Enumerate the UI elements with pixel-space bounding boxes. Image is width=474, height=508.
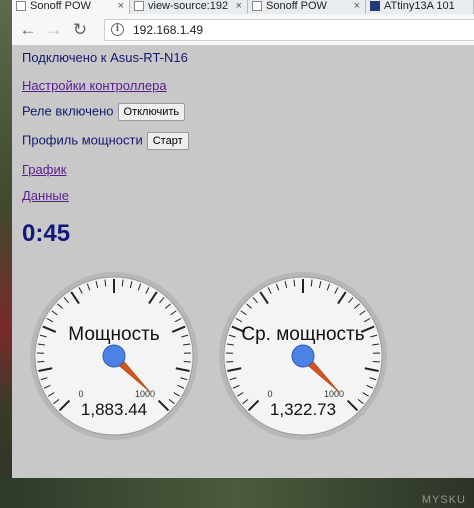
gauge-minor-tick (372, 360, 380, 363)
tab-sonoff-pow[interactable]: Sonoff POW × (12, 0, 130, 14)
power-profile-row: Профиль мощности Старт (22, 132, 189, 150)
page-favicon-icon (252, 1, 262, 11)
address-url[interactable]: 192.168.1.49 (133, 23, 203, 37)
relay-status-label: Реле включено (22, 103, 114, 119)
relay-row: Реле включено Отключить (22, 103, 186, 121)
close-icon[interactable]: × (236, 0, 242, 13)
power-profile-label: Профиль мощности (22, 132, 143, 148)
tab-sonoff-pow-2[interactable]: Sonoff POW × (248, 0, 366, 14)
controller-settings-link[interactable]: Настройки контроллера (22, 78, 167, 93)
desktop-background-bottom (0, 478, 474, 508)
watermark: MYSKU (421, 494, 466, 506)
relay-off-button[interactable]: Отключить (117, 103, 186, 121)
gauge-label: Мощность (68, 324, 160, 345)
connection-status: Подключено к Asus-RT-N16 (22, 50, 188, 65)
gauge-minor-tick (37, 360, 45, 363)
page-favicon-icon (134, 1, 144, 11)
desktop-background-left (0, 0, 12, 508)
tab-view-source[interactable]: view-source:192 × (130, 0, 248, 14)
average-power-gauge: Ср. мощность 0 1000 1,322.73 (219, 272, 387, 440)
profile-start-button[interactable]: Старт (146, 132, 189, 150)
info-icon[interactable]: i (111, 23, 124, 36)
page-favicon-icon (16, 1, 26, 11)
gauge-minor-tick (183, 360, 191, 363)
gauge-value: 1,883.44 (81, 400, 147, 419)
gauge-max-label: 1000 (324, 389, 344, 399)
atmel-favicon-icon (370, 1, 380, 11)
forward-arrow-icon[interactable]: → (44, 20, 64, 40)
reload-icon[interactable]: ↻ (70, 20, 90, 40)
tab-title: Sonoff POW (30, 0, 91, 12)
tab-title: view-source:192 (148, 0, 229, 12)
gauge-min-label: 0 (78, 389, 83, 399)
gauge-min-label: 0 (267, 389, 272, 399)
gauge-max-label: 1000 (135, 389, 155, 399)
power-gauge: Мощность 0 1000 1,883.44 (30, 272, 198, 440)
gauge-hub (102, 344, 126, 368)
gauge-label: Ср. мощность (241, 324, 364, 345)
tab-attiny[interactable]: ATtiny13A 101 (366, 0, 474, 14)
tab-title: Sonoff POW (266, 0, 327, 12)
close-icon[interactable]: × (354, 0, 360, 13)
elapsed-timer: 0:45 (22, 220, 71, 247)
gauge-hub (291, 344, 315, 368)
page-content: Подключено к Asus-RT-N16 Настройки контр… (12, 46, 474, 478)
navigation-bar: ← → ↻ i 192.168.1.49 (12, 14, 474, 46)
graph-link[interactable]: График (22, 162, 66, 177)
gauge-value: 1,322.73 (270, 400, 336, 419)
close-icon[interactable]: × (118, 0, 124, 13)
tab-strip: Sonoff POW × view-source:192 × Sonoff PO… (12, 0, 474, 14)
back-arrow-icon[interactable]: ← (18, 20, 38, 40)
gauge-minor-tick (226, 360, 234, 363)
browser-window: Sonoff POW × view-source:192 × Sonoff PO… (12, 0, 474, 478)
tab-title: ATtiny13A 101 (384, 0, 455, 12)
data-link[interactable]: Данные (22, 188, 69, 203)
address-bar[interactable]: i 192.168.1.49 (104, 19, 474, 41)
